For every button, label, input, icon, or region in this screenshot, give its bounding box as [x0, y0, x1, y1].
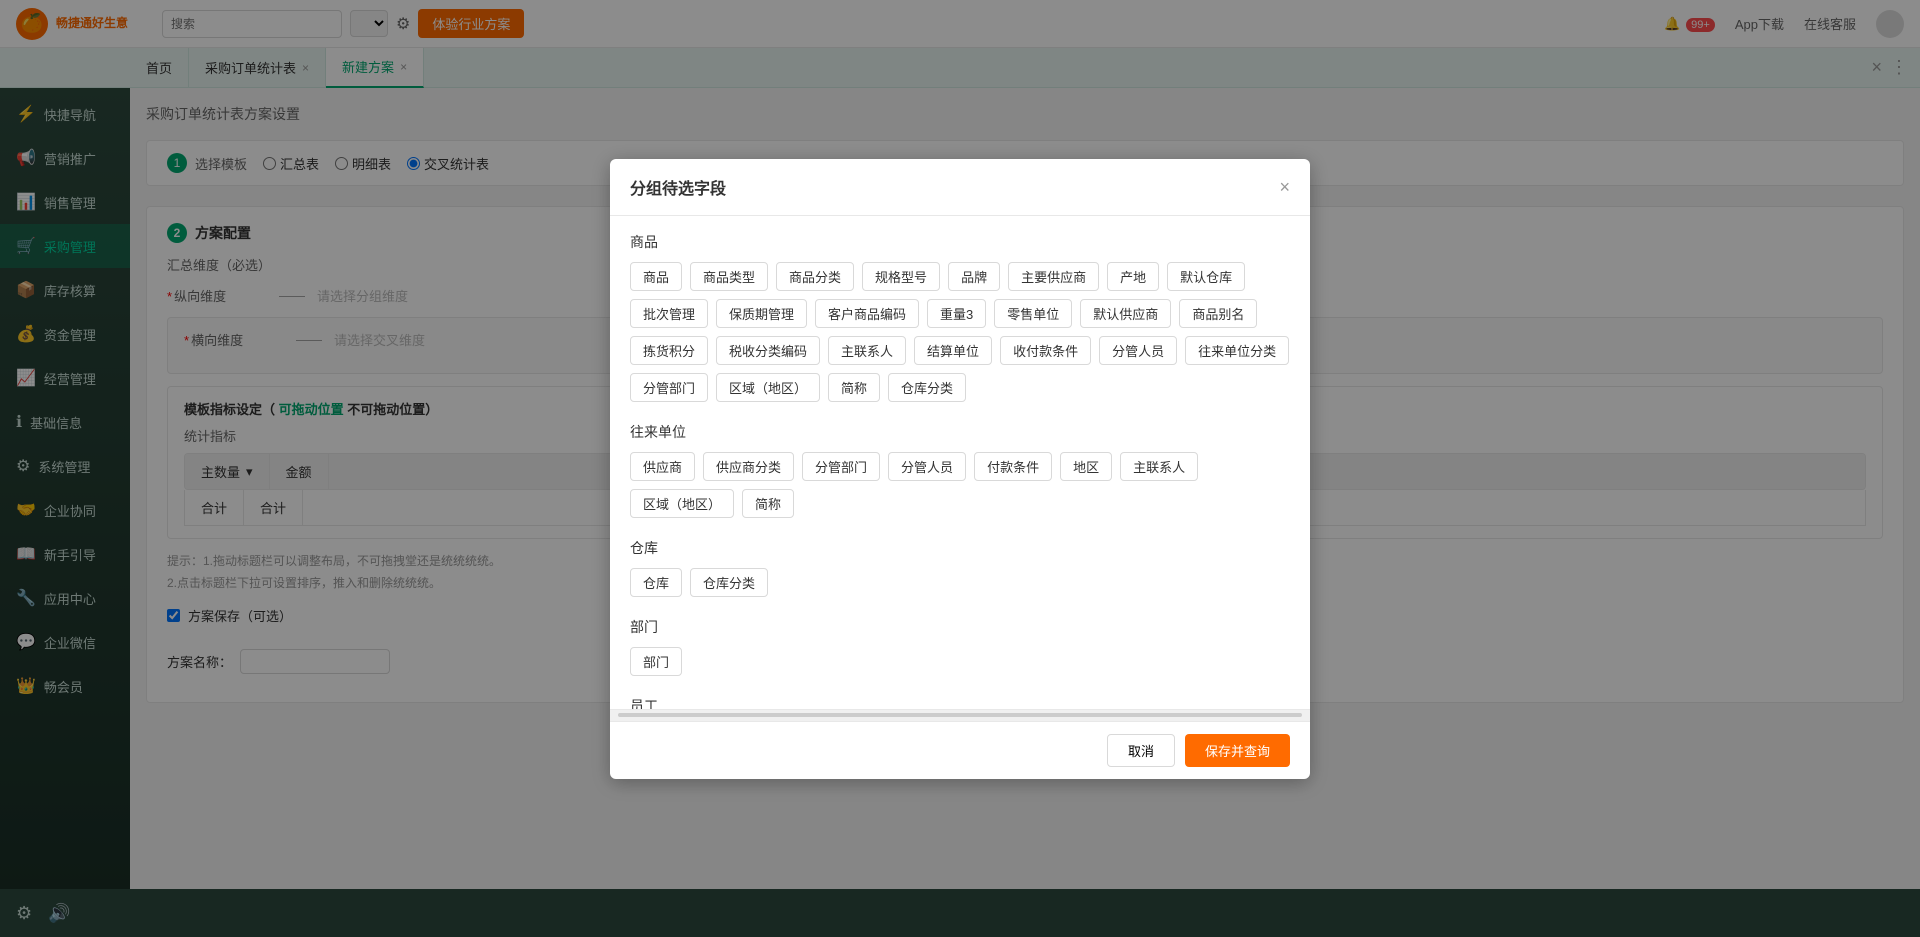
- field-tag-goods-category[interactable]: 商品分类: [776, 262, 854, 291]
- field-tag-pay-terms[interactable]: 付款条件: [974, 452, 1052, 481]
- field-tag-shelf-life[interactable]: 保质期管理: [716, 299, 807, 328]
- field-group-goods: 商品 商品 商品类型 商品分类 规格型号 品牌 主要供应商 产地 默认仓库 批次…: [630, 232, 1290, 402]
- field-group-party: 往来单位 供应商 供应商分类 分管部门 分管人员 付款条件 地区 主联系人 区域…: [630, 422, 1290, 518]
- field-tag-party-supervisor[interactable]: 分管人员: [888, 452, 966, 481]
- field-tag-default-supplier[interactable]: 默认供应商: [1080, 299, 1171, 328]
- field-tag-goods-alias[interactable]: 商品别名: [1179, 299, 1257, 328]
- field-group-warehouse-title: 仓库: [630, 538, 1290, 558]
- field-group-party-title: 往来单位: [630, 422, 1290, 442]
- field-tag-settlement-unit[interactable]: 结算单位: [914, 336, 992, 365]
- field-tag-warehouse-category[interactable]: 仓库分类: [690, 568, 768, 597]
- field-group-employee: 员工 业务员: [630, 696, 1290, 709]
- field-tag-abbr[interactable]: 简称: [828, 373, 880, 402]
- modal-header: 分组待选字段 ×: [610, 159, 1310, 216]
- field-tag-party-dept[interactable]: 分管部门: [802, 452, 880, 481]
- field-tag-department[interactable]: 部门: [630, 647, 682, 676]
- field-tag-area[interactable]: 地区: [1060, 452, 1112, 481]
- field-tag-brand[interactable]: 品牌: [948, 262, 1000, 291]
- cancel-button[interactable]: 取消: [1107, 734, 1175, 767]
- field-tag-weight3[interactable]: 重量3: [927, 299, 986, 328]
- field-tag-supplier-category[interactable]: 供应商分类: [703, 452, 794, 481]
- field-group-department-title: 部门: [630, 617, 1290, 637]
- field-tag-goods-type[interactable]: 商品类型: [690, 262, 768, 291]
- modal-footer: 取消 保存并查询: [610, 721, 1310, 779]
- field-tag-main-supplier[interactable]: 主要供应商: [1008, 262, 1099, 291]
- field-tag-goods[interactable]: 商品: [630, 262, 682, 291]
- modal-horizontal-scrollbar[interactable]: [610, 709, 1310, 721]
- modal-title: 分组待选字段: [630, 175, 726, 199]
- field-tag-dept[interactable]: 分管部门: [630, 373, 708, 402]
- field-tags-department: 部门: [630, 647, 1290, 676]
- field-tag-party-category[interactable]: 往来单位分类: [1185, 336, 1289, 365]
- field-group-department: 部门 部门: [630, 617, 1290, 676]
- field-group-employee-title: 员工: [630, 696, 1290, 709]
- modal-close-button[interactable]: ×: [1279, 178, 1290, 196]
- modal-overlay: 分组待选字段 × 商品 商品 商品类型 商品分类 规格型号 品牌 主要供应商 产…: [0, 0, 1920, 937]
- field-tag-default-warehouse[interactable]: 默认仓库: [1167, 262, 1245, 291]
- field-tag-customer-code[interactable]: 客户商品编码: [815, 299, 919, 328]
- modal-body: 商品 商品 商品类型 商品分类 规格型号 品牌 主要供应商 产地 默认仓库 批次…: [610, 216, 1310, 709]
- confirm-button[interactable]: 保存并查询: [1185, 734, 1290, 767]
- field-tags-warehouse: 仓库 仓库分类: [630, 568, 1290, 597]
- field-tag-region[interactable]: 区域（地区）: [716, 373, 820, 402]
- field-tag-retail-unit[interactable]: 零售单位: [994, 299, 1072, 328]
- field-tags-party: 供应商 供应商分类 分管部门 分管人员 付款条件 地区 主联系人 区域（地区） …: [630, 452, 1290, 518]
- field-group-goods-title: 商品: [630, 232, 1290, 252]
- field-tag-party-contact[interactable]: 主联系人: [1120, 452, 1198, 481]
- field-tag-warehouse[interactable]: 仓库: [630, 568, 682, 597]
- field-tag-origin[interactable]: 产地: [1107, 262, 1159, 291]
- field-tag-party-abbr[interactable]: 简称: [742, 489, 794, 518]
- field-tag-party-region[interactable]: 区域（地区）: [630, 489, 734, 518]
- field-tag-tax-code[interactable]: 税收分类编码: [716, 336, 820, 365]
- modal-box: 分组待选字段 × 商品 商品 商品类型 商品分类 规格型号 品牌 主要供应商 产…: [610, 159, 1310, 779]
- field-tag-batch-mgmt[interactable]: 批次管理: [630, 299, 708, 328]
- field-tags-goods: 商品 商品类型 商品分类 规格型号 品牌 主要供应商 产地 默认仓库 批次管理 …: [630, 262, 1290, 402]
- field-tag-supervisor[interactable]: 分管人员: [1099, 336, 1177, 365]
- field-group-warehouse: 仓库 仓库 仓库分类: [630, 538, 1290, 597]
- field-tag-payment-terms[interactable]: 收付款条件: [1000, 336, 1091, 365]
- field-tag-main-contact[interactable]: 主联系人: [828, 336, 906, 365]
- field-tag-wh-category[interactable]: 仓库分类: [888, 373, 966, 402]
- field-tag-spec-model[interactable]: 规格型号: [862, 262, 940, 291]
- field-tag-supplier[interactable]: 供应商: [630, 452, 695, 481]
- field-tag-pick-points[interactable]: 拣货积分: [630, 336, 708, 365]
